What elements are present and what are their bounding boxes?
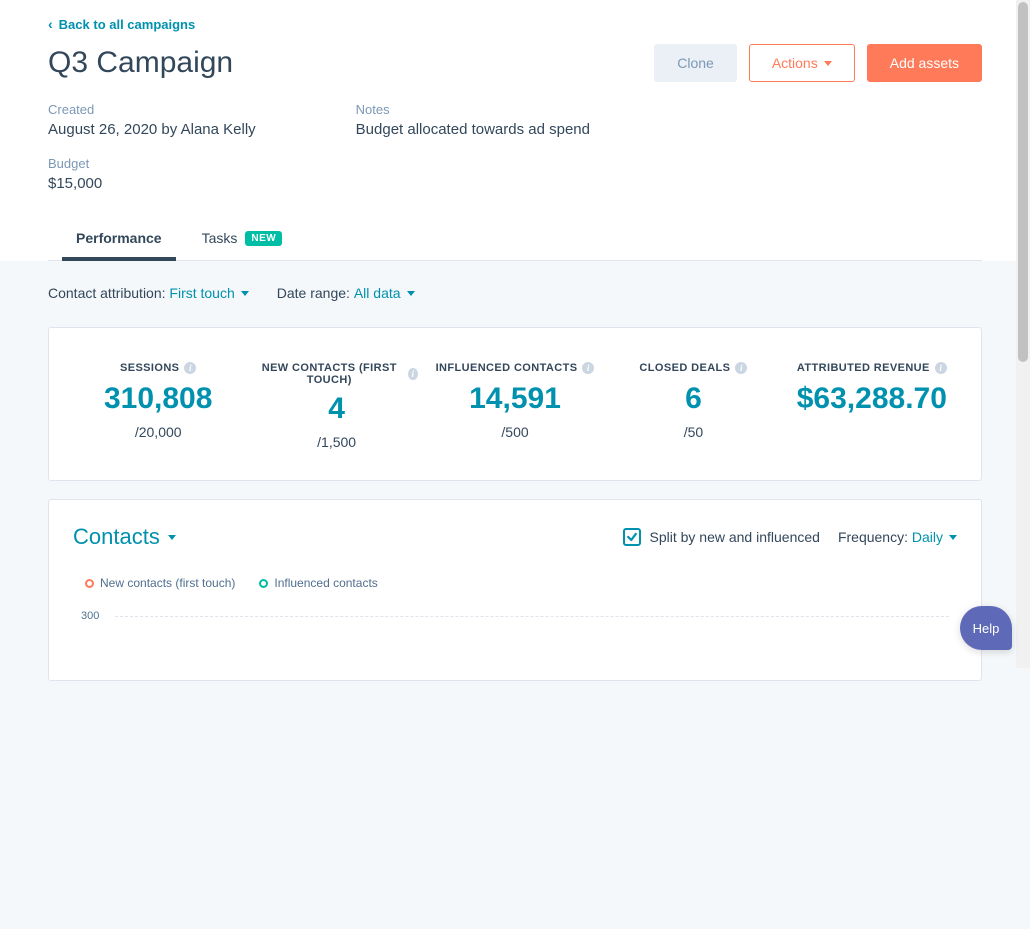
caret-down-icon <box>407 291 415 296</box>
new-contacts-goal: /1,500 <box>255 434 417 450</box>
y-axis-tick: 300 <box>81 610 99 622</box>
info-icon[interactable]: i <box>935 362 947 374</box>
legend-dot-icon <box>85 579 94 588</box>
info-icon[interactable]: i <box>582 362 594 374</box>
budget-label: Budget <box>48 156 982 171</box>
sessions-value: 310,808 <box>77 382 239 416</box>
metric-new-contacts: NEW CONTACTS (FIRST TOUCH) i 4 /1,500 <box>247 358 425 450</box>
date-range-label: Date range: <box>277 285 350 301</box>
back-to-campaigns-link[interactable]: ‹ Back to all campaigns <box>48 17 195 32</box>
page-title: Q3 Campaign <box>48 46 233 80</box>
caret-down-icon <box>824 61 832 66</box>
info-icon[interactable]: i <box>408 368 418 380</box>
chart-gridline <box>115 616 949 617</box>
notes-value: Budget allocated towards ad spend <box>356 121 590 138</box>
chevron-left-icon: ‹ <box>48 17 53 31</box>
new-contacts-value: 4 <box>255 392 417 426</box>
help-button[interactable]: Help <box>960 606 1012 650</box>
caret-down-icon <box>241 291 249 296</box>
attribution-label: Contact attribution: <box>48 285 166 301</box>
budget-value: $15,000 <box>48 175 982 192</box>
frequency-label: Frequency: <box>838 529 908 545</box>
created-label: Created <box>48 102 256 117</box>
info-icon[interactable]: i <box>184 362 196 374</box>
scrollbar-track[interactable] <box>1016 0 1030 668</box>
clone-button[interactable]: Clone <box>654 44 737 82</box>
revenue-value: $63,288.70 <box>791 382 953 416</box>
frequency-dropdown[interactable]: Daily <box>912 529 957 545</box>
metric-closed-deals: CLOSED DEALS i 6 /50 <box>604 358 782 450</box>
caret-down-icon <box>168 535 176 540</box>
closed-goal: /50 <box>612 424 774 440</box>
legend-influenced-contacts: Influenced contacts <box>259 576 377 590</box>
caret-down-icon <box>949 535 957 540</box>
back-label: Back to all campaigns <box>59 17 196 32</box>
sessions-goal: /20,000 <box>77 424 239 440</box>
info-icon[interactable]: i <box>735 362 747 374</box>
scrollbar-thumb[interactable] <box>1018 2 1028 362</box>
checkbox-checked-icon <box>623 528 641 546</box>
add-assets-button[interactable]: Add assets <box>867 44 982 82</box>
new-badge: NEW <box>245 231 282 246</box>
legend-dot-icon <box>259 579 268 588</box>
legend-new-contacts: New contacts (first touch) <box>85 576 235 590</box>
influenced-goal: /500 <box>434 424 596 440</box>
metric-attributed-revenue: ATTRIBUTED REVENUE i $63,288.70 <box>783 358 961 450</box>
split-checkbox[interactable]: Split by new and influenced <box>623 528 819 546</box>
metric-sessions: SESSIONS i 310,808 /20,000 <box>69 358 247 450</box>
contacts-chart: 300 <box>73 610 957 640</box>
closed-value: 6 <box>612 382 774 416</box>
chart-legend: New contacts (first touch) Influenced co… <box>85 576 957 590</box>
metric-influenced-contacts: INFLUENCED CONTACTS i 14,591 /500 <box>426 358 604 450</box>
date-range-dropdown[interactable]: All data <box>354 285 415 301</box>
tab-performance[interactable]: Performance <box>76 220 162 260</box>
contacts-dropdown[interactable]: Contacts <box>73 524 176 550</box>
tab-tasks[interactable]: Tasks NEW <box>202 220 283 260</box>
notes-label: Notes <box>356 102 590 117</box>
actions-button[interactable]: Actions <box>749 44 855 82</box>
influenced-value: 14,591 <box>434 382 596 416</box>
attribution-dropdown[interactable]: First touch <box>169 285 248 301</box>
created-value: August 26, 2020 by Alana Kelly <box>48 121 256 138</box>
